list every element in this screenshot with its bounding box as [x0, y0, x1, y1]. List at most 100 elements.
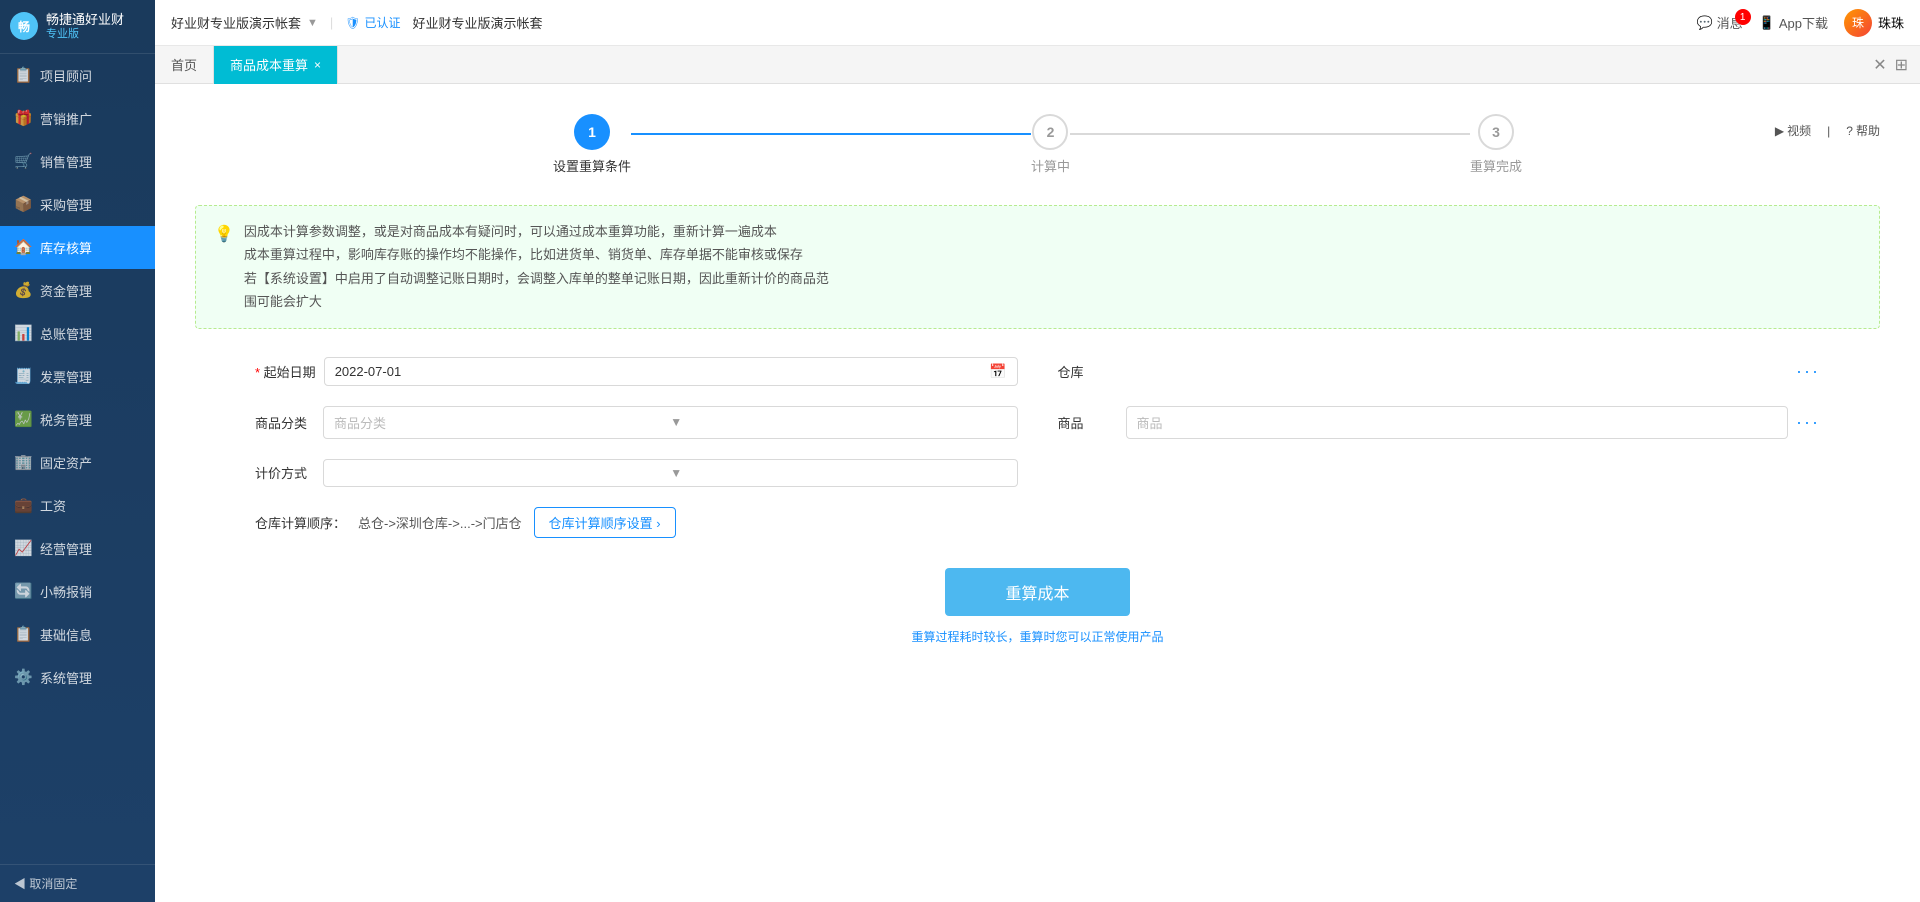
project-icon: 📋 [14, 66, 32, 84]
tab-close-icon[interactable]: × [314, 58, 321, 72]
step-2-circle: 2 [1032, 114, 1068, 150]
accounting-icon: 📊 [14, 324, 32, 342]
topbar-right: 💬 消息 1 📱 App下载 珠 珠珠 [1696, 9, 1904, 37]
user-menu[interactable]: 珠 珠珠 [1844, 9, 1904, 37]
sidebar-item-tax[interactable]: 💹 税务管理 [0, 398, 155, 441]
operation-icon: 📈 [14, 539, 32, 557]
app-download-button[interactable]: 📱 App下载 [1759, 13, 1828, 32]
step-2: 2 计算中 [1031, 114, 1070, 175]
warehouse-select-button[interactable]: ··· [1796, 361, 1820, 382]
sidebar-item-project[interactable]: 📋 项目顾问 [0, 54, 155, 97]
inventory-icon: 🏠 [14, 238, 32, 256]
expense-icon: 🔄 [14, 582, 32, 600]
calendar-icon[interactable]: 📅 [989, 363, 1006, 380]
warehouse-order-settings-button[interactable]: 仓库计算顺序设置 › [534, 507, 676, 538]
tab-cost-recalc[interactable]: 商品成本重算 × [214, 46, 338, 84]
message-icon: 💬 [1696, 15, 1712, 31]
logo-text: 畅捷通好业财 专业版 [46, 12, 124, 41]
logo-icon: 畅 [10, 12, 38, 40]
stepper: 1 设置重算条件 2 计算中 3 重算完成 ▶ 视 [195, 114, 1880, 175]
form-row-2: 商品分类 商品分类 ▼ 商品 商品 ··· [255, 406, 1820, 439]
sidebar-item-marketing[interactable]: 🎁 营销推广 [0, 97, 155, 140]
step-2-label: 计算中 [1031, 156, 1070, 175]
avatar: 珠 [1844, 9, 1872, 37]
close-window-icon[interactable]: ✕ [1873, 55, 1886, 75]
form-section: 起始日期 📅 仓库 ··· 商品分类 商品分类 [195, 357, 1880, 538]
account-selector[interactable]: 好业财专业版演示帐套 ▼ [171, 13, 318, 32]
stepper-help: ▶ 视频 | ? 帮助 [1775, 122, 1880, 139]
form-row-1: 起始日期 📅 仓库 ··· [255, 357, 1820, 386]
topbar-divider: | [330, 15, 333, 30]
sidebar-item-operation[interactable]: 📈 经营管理 [0, 527, 155, 570]
step-1: 1 设置重算条件 [553, 114, 631, 175]
sidebar-item-purchase[interactable]: 📦 采购管理 [0, 183, 155, 226]
marketing-icon: 🎁 [14, 109, 32, 127]
pricing-chevron-icon: ▼ [670, 460, 1006, 486]
main-area: 好业财专业版演示帐套 ▼ | 🛡 已认证 好业财专业版演示帐套 💬 消息 1 📱… [155, 0, 1920, 902]
info-box: 💡 因成本计算参数调整，或是对商品成本有疑问时，可以通过成本重算功能，重新计算一… [195, 205, 1880, 329]
sales-icon: 🛒 [14, 152, 32, 170]
form-row-3: 计价方式 ▼ [255, 459, 1820, 487]
shield-icon: 🛡 [345, 16, 360, 30]
chevron-down-icon: ▼ [670, 409, 1006, 435]
recalc-hint: 重算过程耗时较长，重算时您可以正常使用产品 [911, 628, 1163, 645]
step-3-circle: 3 [1478, 114, 1514, 150]
start-date-input-wrap[interactable]: 📅 [324, 357, 1018, 386]
sidebar-item-system[interactable]: ⚙️ 系统管理 [0, 656, 155, 699]
product-field: 商品 商品 ··· [1058, 406, 1821, 439]
pricing-select[interactable]: ▼ [323, 459, 1018, 487]
message-button[interactable]: 💬 消息 1 [1696, 13, 1742, 32]
info-text: 因成本计算参数调整，或是对商品成本有疑问时，可以通过成本重算功能，重新计算一遍成… [244, 220, 829, 314]
recalc-section: 重算成本 重算过程耗时较长，重算时您可以正常使用产品 [195, 568, 1880, 645]
product-input-wrap: 商品 [1126, 406, 1789, 439]
sidebar-item-sales[interactable]: 🛒 销售管理 [0, 140, 155, 183]
step-1-circle: 1 [574, 114, 610, 150]
step-line-2 [1070, 133, 1470, 135]
purchase-icon: 📦 [14, 195, 32, 213]
tab-home[interactable]: 首页 [155, 46, 214, 84]
recalc-button[interactable]: 重算成本 [945, 568, 1129, 616]
warehouse-label: 仓库 [1058, 362, 1118, 381]
start-date-input[interactable] [335, 358, 989, 385]
sidebar-item-basic[interactable]: 📋 基础信息 [0, 613, 155, 656]
expand-window-icon[interactable]: ⊞ [1895, 55, 1908, 75]
page-content: 1 设置重算条件 2 计算中 3 重算完成 ▶ 视 [155, 84, 1920, 902]
basic-icon: 📋 [14, 625, 32, 643]
phone-icon: 📱 [1759, 15, 1775, 31]
sidebar-item-accounting[interactable]: 📊 总账管理 [0, 312, 155, 355]
category-select[interactable]: 商品分类 ▼ [323, 406, 1018, 439]
verified-badge: 🛡 已认证 [345, 14, 400, 31]
divider: | [1827, 124, 1830, 138]
tax-icon: 💹 [14, 410, 32, 428]
category-field: 商品分类 商品分类 ▼ [255, 406, 1018, 439]
sidebar-item-expense[interactable]: 🔄 小畅报销 [0, 570, 155, 613]
step-3: 3 重算完成 [1470, 114, 1522, 175]
play-icon: ▶ [1775, 124, 1784, 138]
step-line-1 [631, 133, 1031, 135]
warehouse-order-value: 总仓->深圳仓库->...->门店仓 [358, 513, 522, 532]
tabbar: 首页 商品成本重算 × ✕ ⊞ [155, 46, 1920, 84]
salary-icon: 💼 [14, 496, 32, 514]
pricing-label: 计价方式 [255, 463, 315, 482]
message-badge: 1 [1735, 9, 1751, 25]
system-icon: ⚙️ [14, 668, 32, 686]
sidebar-item-assets[interactable]: 🏢 固定资产 [0, 441, 155, 484]
product-label: 商品 [1058, 413, 1118, 432]
sidebar-item-inventory[interactable]: 🏠 库存核算 [0, 226, 155, 269]
help-button[interactable]: ? 帮助 [1846, 122, 1880, 139]
start-date-field: 起始日期 📅 [255, 357, 1018, 386]
dropdown-icon: ▼ [307, 17, 318, 29]
unpin-button[interactable]: ◀ 取消固定 [0, 864, 155, 902]
video-button[interactable]: ▶ 视频 [1775, 122, 1811, 139]
product-select-button[interactable]: ··· [1796, 412, 1820, 433]
sidebar-item-salary[interactable]: 💼 工资 [0, 484, 155, 527]
warehouse-order-label: 仓库计算顺序： [255, 513, 346, 532]
window-controls: ✕ ⊞ [1861, 55, 1920, 75]
start-date-label: 起始日期 [255, 362, 316, 381]
sidebar-item-invoice[interactable]: 🧾 发票管理 [0, 355, 155, 398]
sidebar-logo: 畅 畅捷通好业财 专业版 [0, 0, 155, 54]
category-label: 商品分类 [255, 413, 315, 432]
sidebar-item-finance[interactable]: 💰 资金管理 [0, 269, 155, 312]
pricing-field: 计价方式 ▼ [255, 459, 1018, 487]
topbar: 好业财专业版演示帐套 ▼ | 🛡 已认证 好业财专业版演示帐套 💬 消息 1 📱… [155, 0, 1920, 46]
